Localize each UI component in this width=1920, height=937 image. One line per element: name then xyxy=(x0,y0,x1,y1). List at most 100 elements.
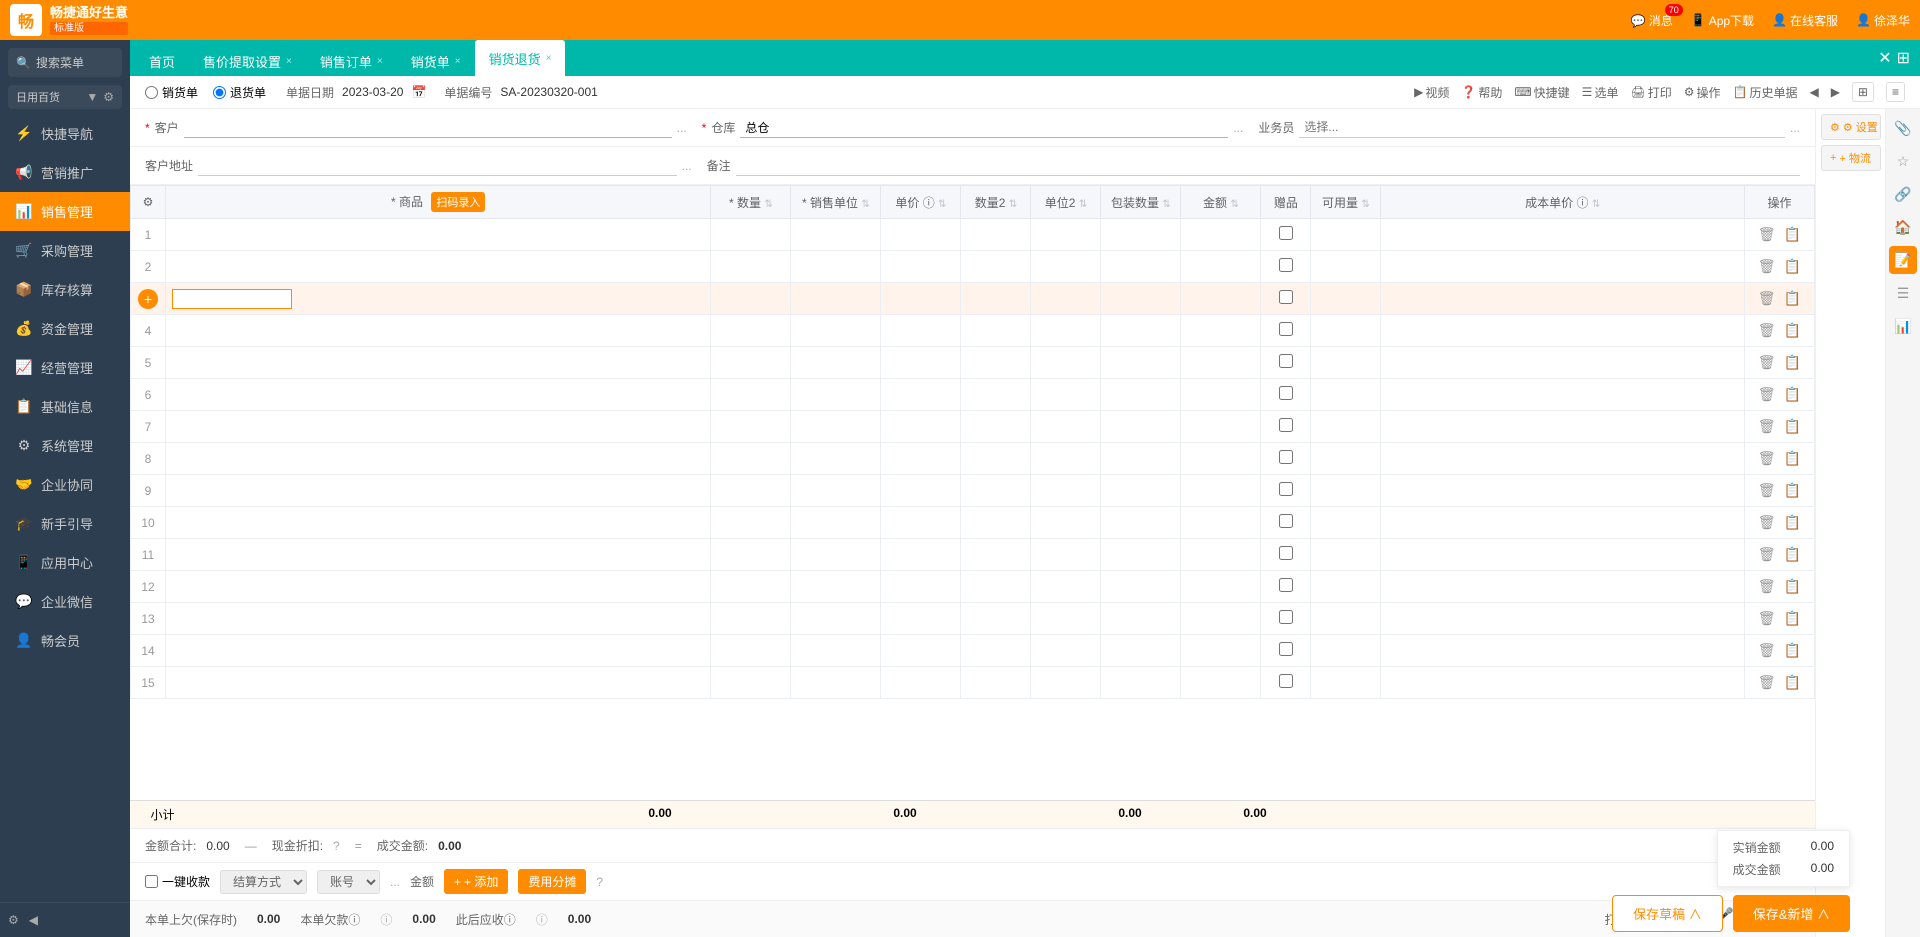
copy-icon-14[interactable]: 📋 xyxy=(1784,642,1801,658)
row-price-12[interactable] xyxy=(881,571,961,603)
delete-icon-12[interactable]: 🗑 xyxy=(1758,578,1776,594)
sidebar-item-marketing[interactable]: 📢 营销推广 xyxy=(0,153,130,192)
sidebar-collapse-icon[interactable]: ◀ xyxy=(29,913,38,927)
copy-icon-15[interactable]: 📋 xyxy=(1784,674,1801,690)
row-unit-4[interactable] xyxy=(791,315,881,347)
gift-checkbox-2[interactable] xyxy=(1279,258,1293,272)
row-unit-3[interactable] xyxy=(791,283,881,315)
row-unit2-13[interactable] xyxy=(1031,603,1101,635)
row-amount-3[interactable] xyxy=(1181,283,1261,315)
col-settings-header[interactable]: ⚙ xyxy=(131,186,166,219)
copy-icon-8[interactable]: 📋 xyxy=(1784,450,1801,466)
row-available-8[interactable] xyxy=(1311,443,1381,475)
row-pkg-4[interactable] xyxy=(1101,315,1181,347)
row-product-5[interactable] xyxy=(166,347,711,379)
row-qty2-5[interactable] xyxy=(961,347,1031,379)
row-product-13[interactable] xyxy=(166,603,711,635)
save-draft-btn[interactable]: 保存草稿 ∧ xyxy=(1612,895,1723,932)
row-unit-10[interactable] xyxy=(791,507,881,539)
shortcut-btn[interactable]: ⌨ 快捷键 xyxy=(1514,84,1569,101)
row-qty-4[interactable] xyxy=(711,315,791,347)
radio-sale-option[interactable]: 销货单 xyxy=(145,84,198,101)
row-qty-6[interactable] xyxy=(711,379,791,411)
row-price-11[interactable] xyxy=(881,539,961,571)
row-amount-1[interactable] xyxy=(1181,219,1261,251)
sidebar-item-sales-mgmt[interactable]: 📊 销售管理 xyxy=(0,192,130,231)
row-qty2-3[interactable] xyxy=(961,283,1031,315)
row-available-14[interactable] xyxy=(1311,635,1381,667)
row-cost-2[interactable] xyxy=(1381,251,1745,283)
maximize-btn[interactable]: ⊞ xyxy=(1897,48,1910,68)
gift-checkbox-3[interactable] xyxy=(1279,290,1293,304)
gift-checkbox-4[interactable] xyxy=(1279,322,1293,336)
row-qty-13[interactable] xyxy=(711,603,791,635)
delete-icon-14[interactable]: 🗑 xyxy=(1758,642,1776,658)
row-gift-3[interactable] xyxy=(1261,283,1311,315)
row-unit-15[interactable] xyxy=(791,667,881,699)
app-download-btn[interactable]: 📱 App下载 xyxy=(1691,12,1754,29)
row-action-8[interactable]: 🗑 📋 xyxy=(1745,443,1815,475)
row-qty2-7[interactable] xyxy=(961,411,1031,443)
row-pkg-2[interactable] xyxy=(1101,251,1181,283)
one-click-checkbox[interactable] xyxy=(145,875,158,888)
row-qty-5[interactable] xyxy=(711,347,791,379)
row-unit2-7[interactable] xyxy=(1031,411,1101,443)
row-action-10[interactable]: 🗑 📋 xyxy=(1745,507,1815,539)
row-unit-8[interactable] xyxy=(791,443,881,475)
sidebar-item-system-mgmt[interactable]: ⚙ 系统管理 xyxy=(0,426,130,465)
row-pkg-13[interactable] xyxy=(1101,603,1181,635)
row-cost-15[interactable] xyxy=(1381,667,1745,699)
delete-icon-4[interactable]: 🗑 xyxy=(1758,322,1776,338)
sidebar-settings-icon[interactable]: ⚙ xyxy=(8,913,19,927)
gift-checkbox-12[interactable] xyxy=(1279,578,1293,592)
row-qty-3[interactable] xyxy=(711,283,791,315)
gift-checkbox-14[interactable] xyxy=(1279,642,1293,656)
row-unit-1[interactable] xyxy=(791,219,881,251)
scan-input-btn[interactable]: 扫码录入 xyxy=(431,192,485,212)
row-available-12[interactable] xyxy=(1311,571,1381,603)
row-price-1[interactable] xyxy=(881,219,961,251)
gift-checkbox-6[interactable] xyxy=(1279,386,1293,400)
right-panel-icon-1[interactable]: 📎 xyxy=(1889,114,1917,142)
row-unit2-6[interactable] xyxy=(1031,379,1101,411)
right-panel-icon-4[interactable]: 🏠 xyxy=(1889,213,1917,241)
right-panel-icon-6[interactable]: ☰ xyxy=(1889,279,1917,307)
row-product-4[interactable] xyxy=(166,315,711,347)
calc-method-select[interactable]: 结算方式 xyxy=(220,870,307,894)
right-panel-icon-2[interactable]: ☆ xyxy=(1889,147,1917,175)
gift-checkbox-9[interactable] xyxy=(1279,482,1293,496)
row-gift-12[interactable] xyxy=(1261,571,1311,603)
radio-return-input[interactable] xyxy=(213,86,226,99)
gift-checkbox-7[interactable] xyxy=(1279,418,1293,432)
row-available-4[interactable] xyxy=(1311,315,1381,347)
row-amount-8[interactable] xyxy=(1181,443,1261,475)
row-product-3[interactable] xyxy=(166,283,711,315)
logistics-btn[interactable]: + + 物流 xyxy=(1821,145,1881,171)
row-action-9[interactable]: 🗑 📋 xyxy=(1745,475,1815,507)
row-pkg-12[interactable] xyxy=(1101,571,1181,603)
row-cost-6[interactable] xyxy=(1381,379,1745,411)
row-unit-12[interactable] xyxy=(791,571,881,603)
tab-close-sale-delivery[interactable]: × xyxy=(455,56,461,67)
save-new-btn[interactable]: 保存&新增 ∧ xyxy=(1733,895,1850,932)
pkg-sort-icon[interactable]: ⇅ xyxy=(1162,199,1170,210)
radio-sale-input[interactable] xyxy=(145,86,158,99)
settings-btn[interactable]: ⚙ ⚙ 设置 xyxy=(1821,114,1881,140)
expense-help-icon[interactable]: ? xyxy=(596,875,603,889)
row-product-14[interactable] xyxy=(166,635,711,667)
gift-checkbox-1[interactable] xyxy=(1279,226,1293,240)
row-available-9[interactable] xyxy=(1311,475,1381,507)
product-input-active[interactable] xyxy=(172,289,292,309)
copy-icon-9[interactable]: 📋 xyxy=(1784,482,1801,498)
row-cost-10[interactable] xyxy=(1381,507,1745,539)
row-pkg-5[interactable] xyxy=(1101,347,1181,379)
gift-checkbox-15[interactable] xyxy=(1279,674,1293,688)
row-unit2-4[interactable] xyxy=(1031,315,1101,347)
row-available-5[interactable] xyxy=(1311,347,1381,379)
row-amount-11[interactable] xyxy=(1181,539,1261,571)
row-qty2-2[interactable] xyxy=(961,251,1031,283)
row-pkg-11[interactable] xyxy=(1101,539,1181,571)
row-action-13[interactable]: 🗑 📋 xyxy=(1745,603,1815,635)
row-gift-5[interactable] xyxy=(1261,347,1311,379)
gift-checkbox-10[interactable] xyxy=(1279,514,1293,528)
